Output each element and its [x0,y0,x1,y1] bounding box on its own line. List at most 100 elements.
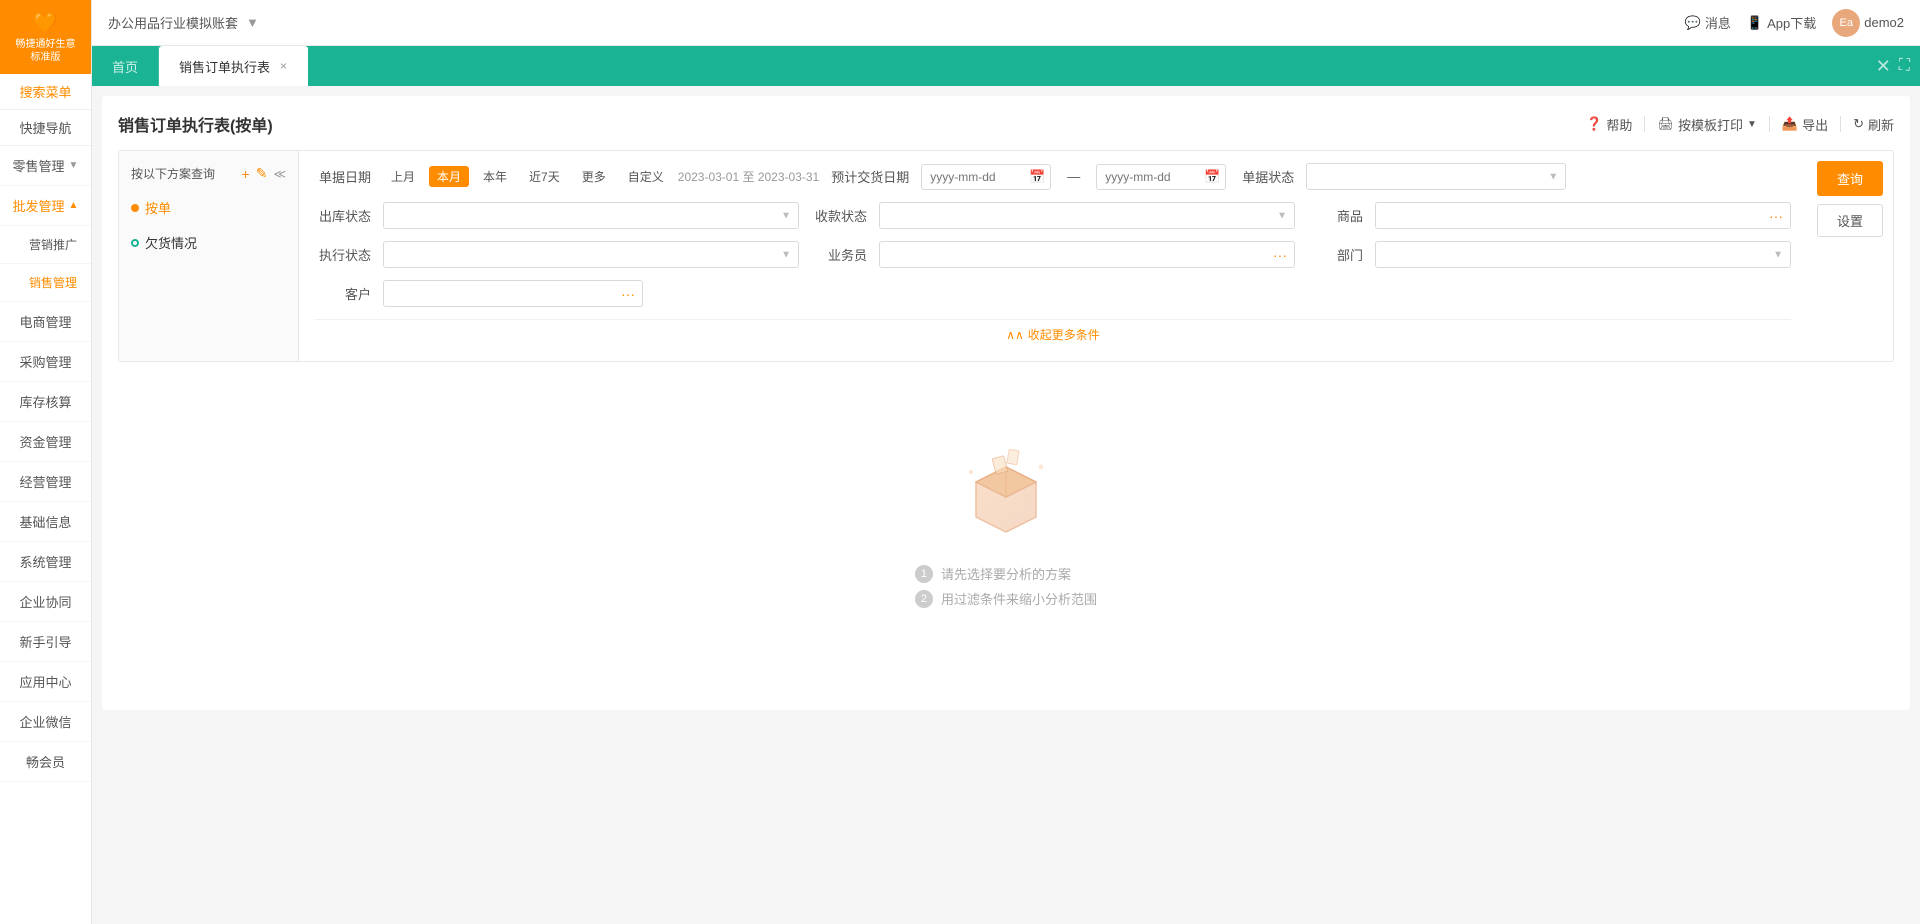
date-range-display: 2023-03-01 至 2023-03-31 [678,168,819,185]
tab-close-btn[interactable]: × [280,59,287,73]
app-download-btn[interactable]: 📱 App下载 [1747,13,1816,32]
app-download-label: App下载 [1767,13,1816,32]
help-btn[interactable]: ❓ 帮助 [1586,115,1632,134]
sidebar-item-label: 企业协同 [19,592,71,611]
message-btn[interactable]: 💬 消息 [1685,13,1731,32]
scheme-item-byday[interactable]: 按单 [119,190,298,225]
calendar-from-icon[interactable]: 📅 [1029,169,1045,185]
hint-2-num: 2 [915,590,933,608]
chevron-up-icon: ▲ [69,200,79,211]
sidebar-item-label: 应用中心 [19,672,71,691]
sidebar-item-label: 畅会员 [26,752,65,771]
topbar-dropdown-arrow[interactable]: ▼ [246,15,259,30]
collapse-more-btn[interactable]: ∧∧ 收起更多条件 [315,319,1791,349]
sidebar-item-retail[interactable]: 零售管理 ▼ [0,146,91,186]
page-header-actions: ❓ 帮助 🖨 按模板打印 ▼ 📤 导出 [1586,115,1894,134]
sidebar-item-label: 电商管理 [19,312,71,331]
status-label: 单据状态 [1238,167,1294,186]
expected-date-label: 预计交货日期 [831,167,909,186]
filter-panel: 单据日期 上月 本月 本年 近7天 更多 自定义 2023-03-01 至 20… [299,151,1807,361]
execution-select-wrap: ▼ [383,241,799,268]
sidebar-item-label: 新手引导 [19,632,71,651]
sidebar-item-label: 库存核算 [19,392,71,411]
goods-input-wrap: ··· [1375,202,1791,229]
customer-dots-icon[interactable]: ··· [621,286,635,302]
sidebar-item-basics[interactable]: 基础信息 [0,502,91,542]
hint-item-2: 2 用过滤条件来缩小分析范围 [915,589,1097,608]
sidebar-item-label: 批发管理 [13,196,65,215]
sidebar-item-wechat[interactable]: 企业微信 [0,702,91,742]
tab-close-all-icon[interactable]: ✕ [1876,56,1891,77]
salesperson-input[interactable] [879,241,1295,268]
scheme-collapse-icon[interactable]: ≪ [273,167,286,181]
payment-select[interactable] [879,202,1295,229]
export-btn[interactable]: 📤 导出 [1782,115,1828,134]
settings-button[interactable]: 设置 [1817,204,1883,237]
sidebar-item-operations[interactable]: 经营管理 [0,462,91,502]
tab-home[interactable]: 首页 [92,46,159,86]
chevron-down-icon: ▼ [69,160,79,171]
scheme-item-shortage[interactable]: 欠货情况 [119,225,298,260]
filter-row-execution: 执行状态 ▼ 业务员 ··· 部门 [315,241,1791,268]
filter-container: 按以下方案查询 + ✎ ≪ 按单 欠货情况 [118,150,1894,362]
sidebar-item-appcenter[interactable]: 应用中心 [0,662,91,702]
sidebar-item-member[interactable]: 畅会员 [0,742,91,782]
sidebar-search[interactable]: 搜索菜单 [0,74,91,110]
salesperson-dots-icon[interactable]: ··· [1273,247,1287,263]
divider3 [1840,116,1841,132]
sidebar-item-marketing[interactable]: 营销推广 [0,226,91,264]
hint-1-text: 请先选择要分析的方案 [941,564,1071,583]
goods-input[interactable] [1375,202,1791,229]
query-button[interactable]: 查询 [1817,161,1883,196]
goods-label: 商品 [1307,206,1363,225]
goods-dots-icon[interactable]: ··· [1769,208,1783,224]
tab-home-label: 首页 [112,57,138,76]
expected-date-to-wrap: 📅 [1096,164,1226,190]
date-btn-lastmonth[interactable]: 上月 [383,166,423,187]
print-label: 按模板打印 [1678,115,1743,134]
sidebar-item-enterprise[interactable]: 企业协同 [0,582,91,622]
salesperson-label: 业务员 [811,245,867,264]
execution-select[interactable] [383,241,799,268]
tab-fullscreen-icon[interactable]: ⛶ [1899,57,1910,75]
customer-input[interactable] [383,280,643,307]
sidebar-item-finance[interactable]: 资金管理 [0,422,91,462]
payment-label: 收款状态 [811,206,867,225]
sidebar-item-purchase[interactable]: 采购管理 [0,342,91,382]
logo-text: 畅捷通好生意 标准版 [16,38,76,64]
customer-input-wrap: ··· [383,280,643,307]
sidebar-item-system[interactable]: 系统管理 [0,542,91,582]
sidebar: 🧡 畅捷通好生意 标准版 搜索菜单 快捷导航 零售管理 ▼ 批发管理 ▲ 营销推… [0,0,92,924]
collapse-up-icon: ∧∧ [1006,328,1024,342]
date-btn-thisyear[interactable]: 本年 [475,166,515,187]
sidebar-item-sales[interactable]: 销售管理 [0,264,91,302]
filter-row-customer: 客户 ··· [315,280,1791,307]
department-select[interactable] [1375,241,1791,268]
calendar-to-icon[interactable]: 📅 [1204,169,1220,185]
date-btn-thismonth[interactable]: 本月 [429,166,469,187]
tab-active[interactable]: 销售订单执行表 × [159,46,308,86]
refresh-btn[interactable]: ↻ 刷新 [1853,115,1894,134]
user-profile-btn[interactable]: Ea demo2 [1832,9,1904,37]
sidebar-item-wholesale[interactable]: 批发管理 ▲ [0,186,91,226]
date-filter-label: 单据日期 [315,167,371,186]
date-btn-more[interactable]: 更多 [574,166,614,187]
sidebar-item-ecommerce[interactable]: 电商管理 [0,302,91,342]
scheme-add-icon[interactable]: + [242,166,250,182]
sidebar-item-inventory[interactable]: 库存核算 [0,382,91,422]
payment-select-wrap: ▼ [879,202,1295,229]
sidebar-quick[interactable]: 快捷导航 [0,110,91,146]
sidebar-item-label: 零售管理 [13,156,65,175]
tabbar-controls: ✕ ⛶ [1866,46,1920,86]
divider2 [1769,116,1770,132]
date-btn-7days[interactable]: 近7天 [521,166,568,187]
print-btn[interactable]: 🖨 按模板打印 ▼ [1657,115,1756,134]
page-inner: 销售订单执行表(按单) ❓ 帮助 🖨 按模板打印 ▼ 📤 [102,96,1910,710]
scheme-edit-icon[interactable]: ✎ [256,165,268,182]
export-icon: 📤 [1782,116,1798,132]
date-btn-custom[interactable]: 自定义 [620,166,672,187]
sidebar-item-newuser[interactable]: 新手引导 [0,622,91,662]
shipment-select[interactable] [383,202,799,229]
status-select[interactable] [1306,163,1566,190]
date-options-group: 上月 本月 本年 近7天 更多 自定义 2023-03-01 至 2023-03… [383,166,819,187]
